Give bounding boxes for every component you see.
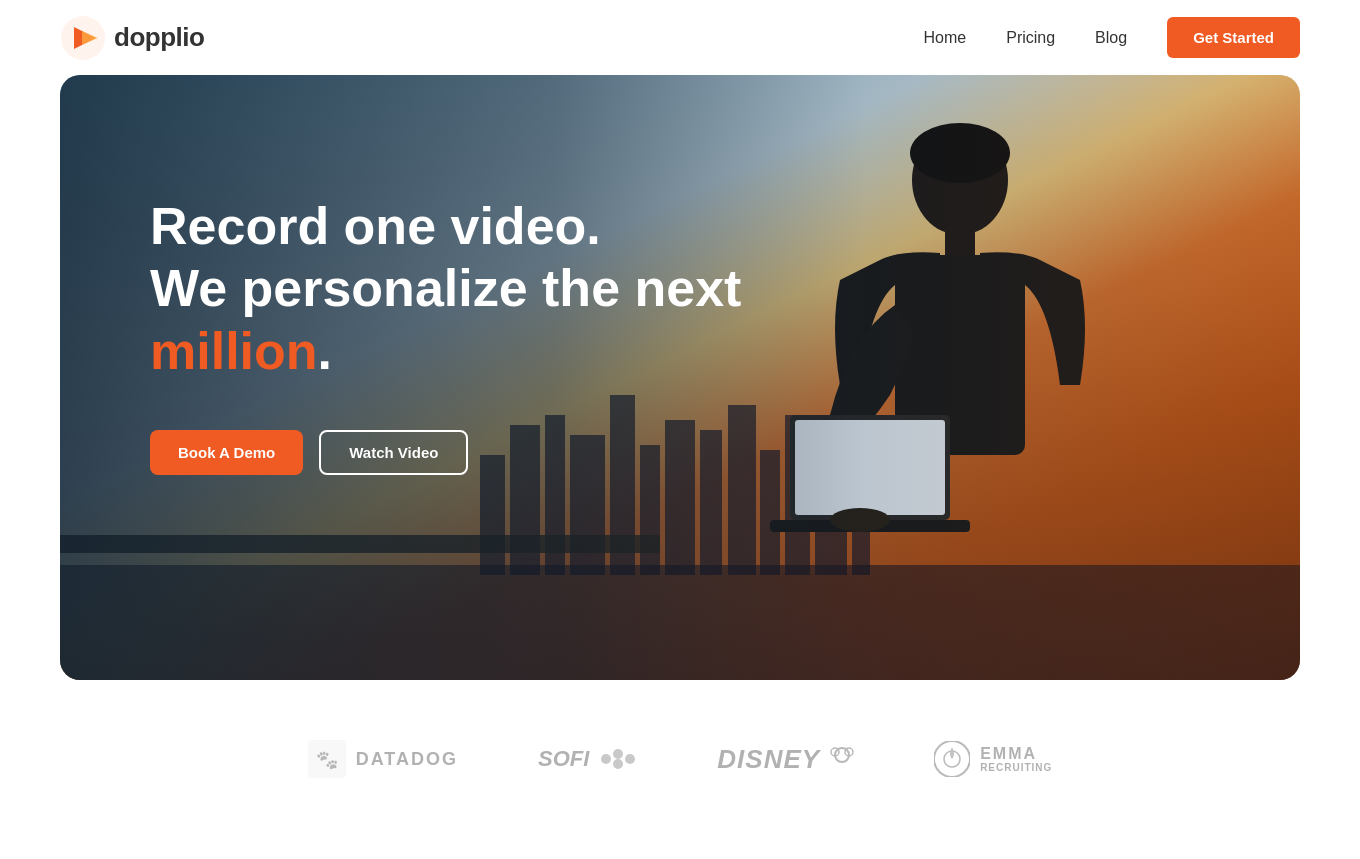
navbar: dopplio Home Pricing Blog Get Started	[0, 0, 1360, 75]
hero-title-line1: Record one video.	[150, 197, 601, 255]
nav-pricing[interactable]: Pricing	[1006, 29, 1055, 47]
hero-section: Record one video. We personalize the nex…	[60, 75, 1300, 680]
nav-links: Home Pricing Blog Get Started	[924, 17, 1300, 58]
sofi-icon	[599, 747, 637, 771]
logo-icon	[60, 15, 106, 61]
logos-section: 🐾 DATADOG SoFi Disney EMMA RECRUITI	[0, 700, 1360, 818]
hero-content: Record one video. We personalize the nex…	[60, 75, 1300, 595]
nav-home[interactable]: Home	[924, 29, 967, 47]
hero-title-prefix: We personalize the next	[150, 259, 741, 317]
logo-emma: EMMA RECRUITING	[934, 741, 1052, 777]
emma-sub-label: RECRUITING	[980, 762, 1052, 773]
hero-title-accent: million	[150, 322, 318, 380]
book-demo-button[interactable]: Book A Demo	[150, 430, 303, 475]
svg-point-29	[613, 749, 623, 759]
logo-sofi: SoFi	[538, 746, 637, 772]
datadog-icon: 🐾	[308, 740, 346, 778]
svg-point-31	[613, 759, 623, 769]
hero-title: Record one video. We personalize the nex…	[150, 195, 830, 382]
svg-point-30	[625, 754, 635, 764]
get-started-button[interactable]: Get Started	[1167, 17, 1300, 58]
logo-text: dopplio	[114, 22, 204, 53]
hero-title-suffix: .	[318, 322, 332, 380]
svg-point-28	[601, 754, 611, 764]
sofi-label: SoFi	[538, 746, 589, 772]
hero-buttons: Book A Demo Watch Video	[150, 430, 1210, 475]
disney-label: Disney	[717, 744, 820, 775]
watch-video-button[interactable]: Watch Video	[319, 430, 468, 475]
hero-title-line2: We personalize the next million.	[150, 257, 830, 382]
logo-disney: Disney	[717, 744, 854, 775]
emma-label: EMMA	[980, 745, 1052, 763]
svg-text:🐾: 🐾	[316, 749, 339, 771]
logo[interactable]: dopplio	[60, 15, 204, 61]
emma-icon	[934, 741, 970, 777]
datadog-label: DATADOG	[356, 749, 458, 770]
nav-blog[interactable]: Blog	[1095, 29, 1127, 47]
disney-icon	[830, 747, 854, 771]
logo-datadog: 🐾 DATADOG	[308, 740, 458, 778]
